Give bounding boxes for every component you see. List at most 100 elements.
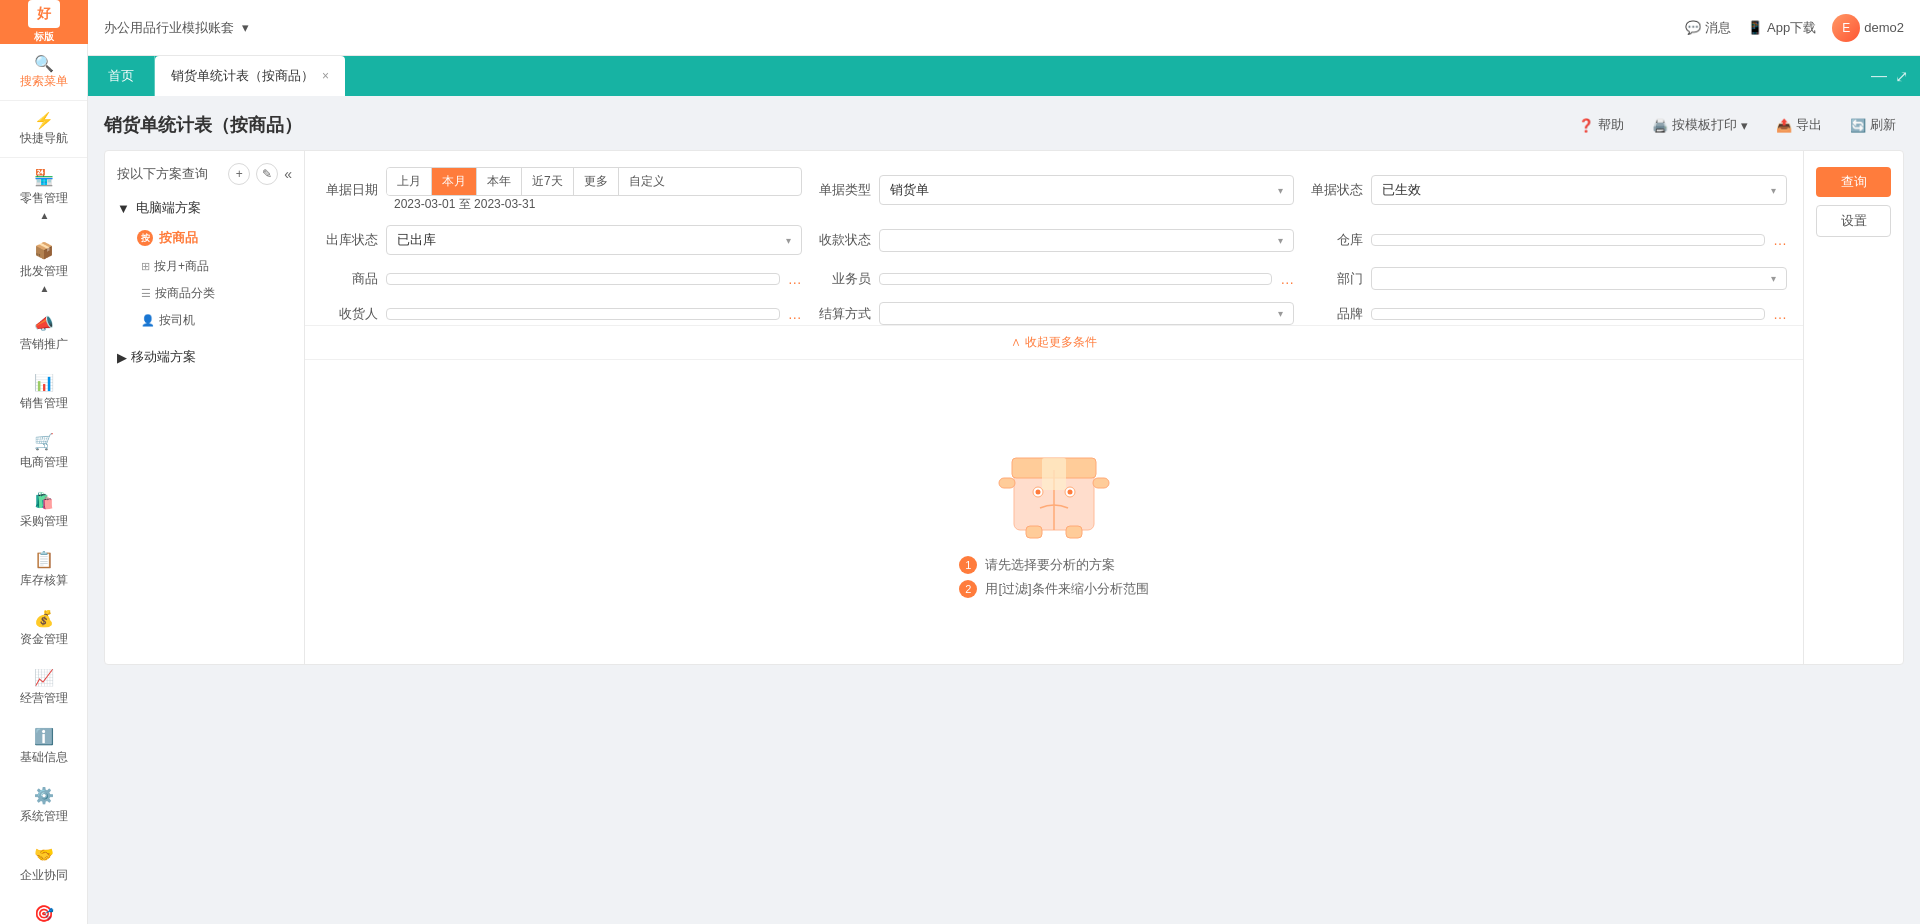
recipient-label: 收货人 (321, 305, 386, 323)
brand-dots[interactable]: … (1773, 306, 1787, 322)
salesperson-select[interactable] (879, 273, 1273, 285)
filter-group-mobile[interactable]: ▶ 移动端方案 (105, 342, 304, 372)
sales-icon: 📊 (34, 373, 54, 392)
settlement-select[interactable]: ▾ (879, 302, 1295, 325)
brand-select[interactable] (1371, 308, 1765, 320)
doc-status-label: 单据状态 (1306, 181, 1371, 199)
tab-minimize-btn[interactable]: — (1871, 67, 1887, 85)
warehouse-select[interactable] (1371, 234, 1765, 246)
sidebar-item-operations[interactable]: 📈 经营管理 (0, 658, 87, 717)
sidebar-item-ecommerce[interactable]: 🛒 电商管理 (0, 422, 87, 481)
industry-label: 办公用品行业模拟账套 (104, 19, 234, 37)
industry-dropdown-icon[interactable]: ▾ (242, 20, 249, 35)
product-select[interactable] (386, 273, 780, 285)
recipient-dots[interactable]: … (788, 306, 802, 322)
refresh-label: 刷新 (1870, 116, 1896, 134)
filter-item-by-product[interactable]: 按 按商品 (105, 223, 304, 253)
app-download-btn[interactable]: 📱 App下载 (1747, 19, 1816, 37)
sidebar-item-newbie[interactable]: 🎯 新手引导 (0, 894, 87, 924)
filter-item-by-category[interactable]: ☰ 按商品分类 (105, 280, 304, 307)
date-btn-more[interactable]: 更多 (574, 168, 619, 195)
sidebar-quick-nav[interactable]: ⚡ 快捷导航 (0, 101, 87, 158)
empty-illustration (994, 420, 1114, 540)
department-control: ▾ (1371, 267, 1787, 290)
date-btn-last-month[interactable]: 上月 (387, 168, 432, 195)
tab-active[interactable]: 销货单统计表（按商品） × (155, 56, 345, 96)
sidebar-search[interactable]: 🔍 搜索菜单 (0, 44, 87, 101)
user-menu[interactable]: E demo2 (1832, 14, 1904, 42)
marketing-icon: 📣 (34, 314, 54, 333)
content-body: 按以下方案查询 + ✎ « ▼ (105, 151, 1903, 664)
svg-rect-11 (1066, 526, 1082, 538)
recipient-select[interactable] (386, 308, 780, 320)
department-select[interactable]: ▾ (1371, 267, 1787, 290)
mobile-group-arrow: ▶ (117, 350, 127, 365)
date-btn-this-month[interactable]: 本月 (432, 168, 477, 195)
warehouse-control: … (1371, 232, 1787, 248)
warehouse-dots[interactable]: … (1773, 232, 1787, 248)
sidebar: 好 标版 🔍 搜索菜单 ⚡ 快捷导航 🏪 零售管理 ▲ 📦 批发管理 ▲ 📣 营… (0, 0, 88, 924)
payment-status-label: 收款状态 (814, 231, 879, 249)
sidebar-item-inventory[interactable]: 📋 库存核算 (0, 540, 87, 599)
filter-group-pc-title[interactable]: ▼ 电脑端方案 (105, 193, 304, 223)
salesperson-dots[interactable]: … (1280, 271, 1294, 287)
date-btn-last-7days[interactable]: 近7天 (522, 168, 574, 195)
filter-cell-brand: 品牌 … (1306, 302, 1787, 325)
warehouse-status-select[interactable]: 已出库 ▾ (386, 225, 802, 255)
help-icon: ❓ (1578, 118, 1594, 133)
doc-type-select[interactable]: 销货单 ▾ (879, 175, 1295, 205)
page-header: 销货单统计表（按商品） ❓ 帮助 🖨️ 按模板打印 ▾ 📤 导出 🔄 刷新 (104, 112, 1904, 138)
filter-edit-btn[interactable]: ✎ (256, 163, 278, 185)
sidebar-item-sales[interactable]: 📊 销售管理 (0, 363, 87, 422)
collapse-label: 收起更多条件 (1025, 335, 1097, 349)
filter-cell-doc-status: 单据状态 已生效 ▾ (1306, 167, 1787, 213)
warehouse-status-value: 已出库 (397, 231, 436, 249)
filter-cell-warehouse: 仓库 … (1306, 225, 1787, 255)
action-buttons: 查询 设置 (1803, 151, 1903, 664)
refresh-btn[interactable]: 🔄 刷新 (1842, 112, 1904, 138)
svg-rect-8 (999, 478, 1015, 488)
doc-type-value: 销货单 (890, 181, 929, 199)
ecommerce-icon: 🛒 (34, 432, 54, 451)
export-icon: 📤 (1776, 118, 1792, 133)
sidebar-item-wholesale[interactable]: 📦 批发管理 ▲ (0, 231, 87, 304)
filter-collapse-btn[interactable]: « (284, 166, 292, 182)
filter-item-by-driver[interactable]: 👤 按司机 (105, 307, 304, 334)
filter-item-by-month-product[interactable]: ⊞ 按月+商品 (105, 253, 304, 280)
date-btn-custom[interactable]: 自定义 (619, 168, 675, 195)
sidebar-item-retail[interactable]: 🏪 零售管理 ▲ (0, 158, 87, 231)
filter-panel: 按以下方案查询 + ✎ « ▼ (105, 151, 305, 664)
sidebar-item-purchase[interactable]: 🛍️ 采购管理 (0, 481, 87, 540)
tab-maximize-btn[interactable]: ⤢ (1895, 67, 1908, 86)
sidebar-item-system[interactable]: ⚙️ 系统管理 (0, 776, 87, 835)
product-dots[interactable]: … (788, 271, 802, 287)
print-btn[interactable]: 🖨️ 按模板打印 ▾ (1644, 112, 1756, 138)
sidebar-item-finance[interactable]: 💰 资金管理 (0, 599, 87, 658)
product-control: … (386, 271, 802, 287)
payment-status-select[interactable]: ▾ (879, 229, 1295, 252)
sidebar-item-enterprise-collab[interactable]: 🤝 企业协同 (0, 835, 87, 894)
query-btn[interactable]: 查询 (1816, 167, 1891, 197)
payment-status-arrow: ▾ (1278, 235, 1283, 246)
settings-btn[interactable]: 设置 (1816, 205, 1891, 237)
department-label: 部门 (1306, 270, 1371, 288)
app-logo: 好 标版 (0, 0, 88, 44)
filter-add-btn[interactable]: + (228, 163, 250, 185)
purchase-icon: 🛍️ (34, 491, 54, 510)
tab-home[interactable]: 首页 (88, 56, 155, 96)
date-control: 上月 本月 本年 近7天 更多 自定义 2023-03-01 至 2023-03… (386, 167, 802, 213)
tab-close-btn[interactable]: × (322, 69, 329, 83)
refresh-icon: 🔄 (1850, 118, 1866, 133)
sidebar-item-basic-info[interactable]: ℹ️ 基础信息 (0, 717, 87, 776)
export-btn[interactable]: 📤 导出 (1768, 112, 1830, 138)
empty-hint-1-text: 请先选择要分析的方案 (985, 556, 1115, 574)
help-btn[interactable]: ❓ 帮助 (1570, 112, 1632, 138)
newbie-icon: 🎯 (34, 904, 54, 923)
date-btn-this-year[interactable]: 本年 (477, 168, 522, 195)
doc-status-select[interactable]: 已生效 ▾ (1371, 175, 1787, 205)
collapse-bar[interactable]: ∧ 收起更多条件 (305, 325, 1803, 359)
page-title: 销货单统计表（按商品） (104, 113, 302, 137)
message-btn[interactable]: 💬 消息 (1685, 19, 1731, 37)
sidebar-item-marketing[interactable]: 📣 营销推广 (0, 304, 87, 363)
recipient-control: … (386, 306, 802, 322)
